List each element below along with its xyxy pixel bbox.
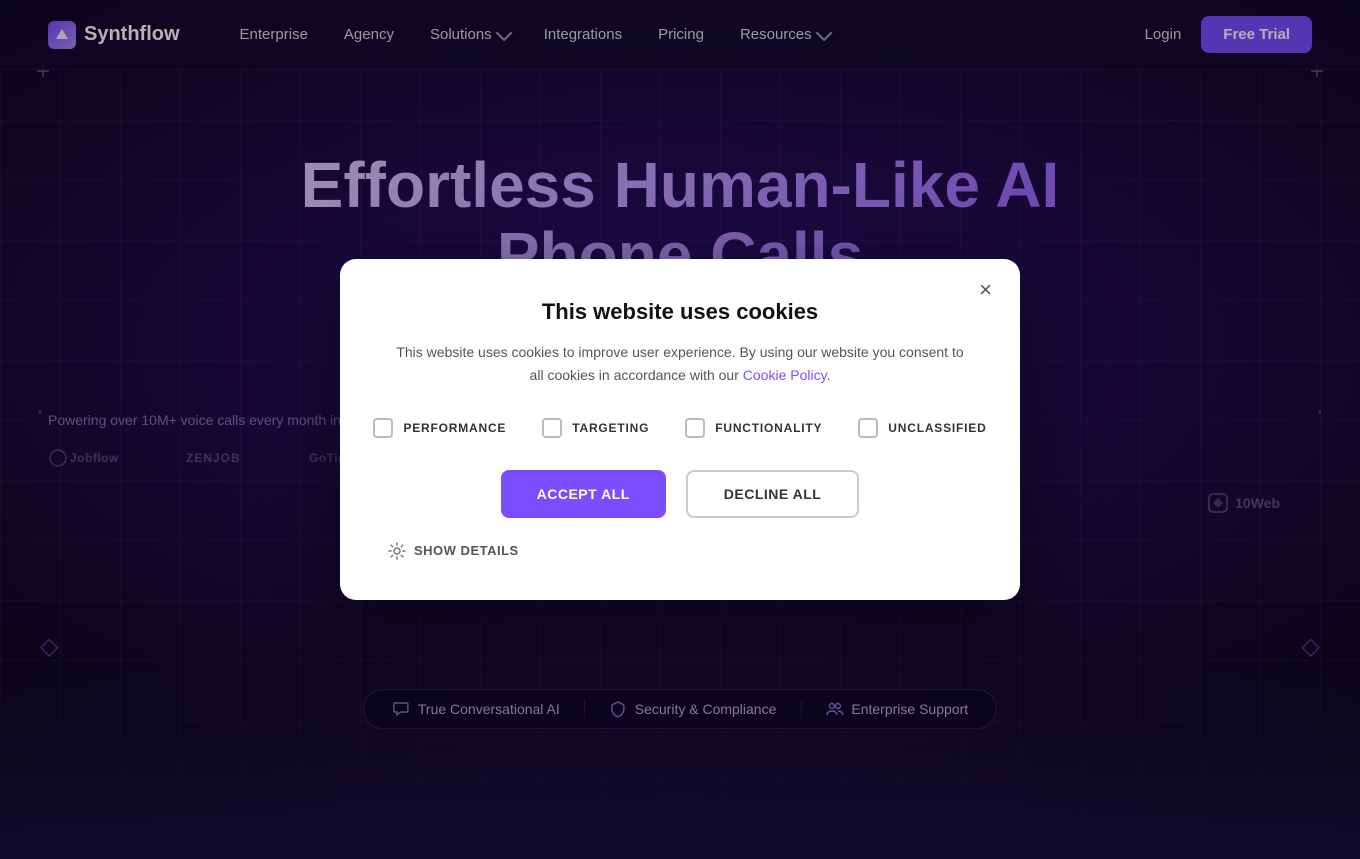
targeting-checkbox[interactable] — [542, 418, 562, 438]
modal-body: This website uses cookies to improve use… — [388, 341, 972, 386]
functionality-checkbox[interactable] — [685, 418, 705, 438]
cookie-modal-overlay: × This website uses cookies This website… — [0, 0, 1360, 859]
modal-buttons: ACCEPT ALL DECLINE ALL — [388, 470, 972, 518]
unclassified-checkbox[interactable] — [858, 418, 878, 438]
cookie-option-performance[interactable]: PERFORMANCE — [373, 418, 506, 438]
show-details-button[interactable]: SHOW DETAILS — [388, 542, 519, 560]
modal-title: This website uses cookies — [388, 299, 972, 325]
cookie-option-functionality[interactable]: FUNCTIONALITY — [685, 418, 822, 438]
cookie-modal: × This website uses cookies This website… — [340, 259, 1020, 600]
cookie-option-targeting[interactable]: TARGETING — [542, 418, 649, 438]
decline-all-button[interactable]: DECLINE ALL — [686, 470, 860, 518]
gear-icon — [388, 542, 406, 560]
accept-all-button[interactable]: ACCEPT ALL — [501, 470, 666, 518]
cookie-options: PERFORMANCE TARGETING FUNCTIONALITY UNCL… — [388, 418, 972, 438]
performance-checkbox[interactable] — [373, 418, 393, 438]
cookie-policy-link[interactable]: Cookie Policy — [743, 367, 827, 383]
cookie-option-unclassified[interactable]: UNCLASSIFIED — [858, 418, 986, 438]
modal-close-button[interactable]: × — [971, 275, 1000, 305]
